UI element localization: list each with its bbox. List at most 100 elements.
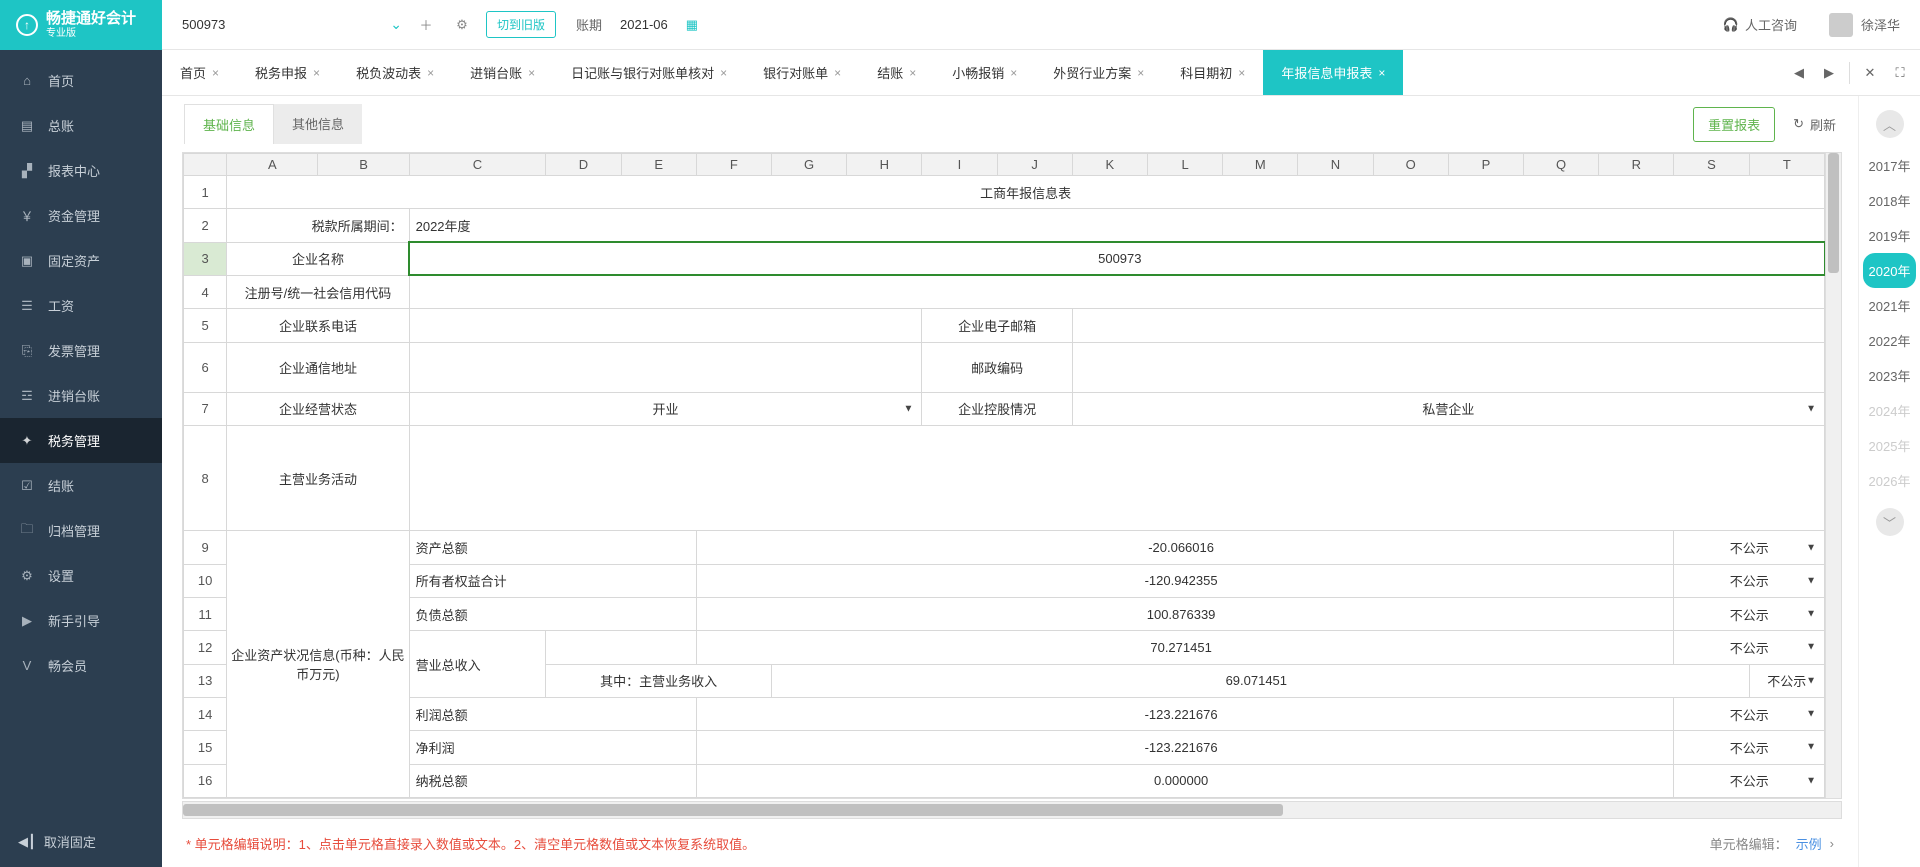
tab-close-icon[interactable]: ×: [1238, 66, 1245, 80]
example-link[interactable]: 示例: [1796, 834, 1822, 853]
refresh-button[interactable]: ↻ 刷新: [1793, 115, 1836, 134]
tab-7[interactable]: 小畅报销×: [934, 50, 1035, 95]
holding-select[interactable]: 私营企业▼: [1072, 392, 1824, 425]
nav-item-archive[interactable]: 🗀归档管理: [0, 508, 162, 553]
tab-2[interactable]: 税负波动表×: [338, 50, 452, 95]
year-2018年[interactable]: 2018年: [1863, 183, 1917, 218]
publish-select[interactable]: 不公示▼: [1674, 597, 1825, 630]
year-2023年[interactable]: 2023年: [1863, 358, 1917, 393]
col-J[interactable]: J: [997, 154, 1072, 176]
nav-item-book[interactable]: ▤总账: [0, 103, 162, 148]
nav-item-settings[interactable]: ⚙设置: [0, 553, 162, 598]
fin-value[interactable]: 69.071451: [771, 664, 1749, 697]
reg-code-input[interactable]: [409, 275, 1824, 308]
row-11[interactable]: 11: [184, 597, 227, 630]
nav-item-tax[interactable]: ✦税务管理: [0, 418, 162, 463]
tabs-close-button[interactable]: ✕: [1856, 59, 1884, 87]
publish-select[interactable]: 不公示▼: [1674, 697, 1825, 730]
col-O[interactable]: O: [1373, 154, 1448, 176]
publish-select[interactable]: 不公示▼: [1674, 564, 1825, 597]
tab-close-icon[interactable]: ×: [1010, 66, 1017, 80]
col-S[interactable]: S: [1674, 154, 1749, 176]
nav-item-money[interactable]: ￥资金管理: [0, 193, 162, 238]
tab-0[interactable]: 首页×: [162, 50, 237, 95]
publish-select[interactable]: 不公示▼: [1674, 764, 1825, 797]
enterprise-name-input[interactable]: 500973: [409, 242, 1824, 275]
subtab-other[interactable]: 其他信息: [274, 104, 362, 144]
col-F[interactable]: F: [696, 154, 771, 176]
add-button[interactable]: ＋: [414, 13, 438, 37]
col-D[interactable]: D: [546, 154, 621, 176]
user-menu[interactable]: 徐泽华: [1829, 13, 1900, 37]
row-10[interactable]: 10: [184, 564, 227, 597]
postcode-input[interactable]: [1072, 342, 1824, 392]
fin-value[interactable]: -120.942355: [696, 564, 1674, 597]
col-C[interactable]: C: [409, 154, 546, 176]
reset-button[interactable]: 重置报表: [1693, 107, 1775, 142]
tab-close-icon[interactable]: ×: [909, 66, 916, 80]
tab-6[interactable]: 结账×: [859, 50, 934, 95]
col-L[interactable]: L: [1147, 154, 1222, 176]
period-value-cell[interactable]: 2022年度: [409, 209, 1824, 242]
tab-close-icon[interactable]: ×: [1378, 66, 1385, 80]
nav-item-close[interactable]: ☑结账: [0, 463, 162, 508]
nav-item-asset[interactable]: ▣固定资产: [0, 238, 162, 283]
row-15[interactable]: 15: [184, 731, 227, 764]
publish-select[interactable]: 不公示▼: [1749, 664, 1824, 697]
nav-item-guide[interactable]: ▶新手引导: [0, 598, 162, 643]
main-biz-input[interactable]: [409, 425, 1824, 531]
subtab-basic[interactable]: 基础信息: [184, 104, 274, 144]
tab-9[interactable]: 科目期初×: [1162, 50, 1263, 95]
publish-select[interactable]: 不公示▼: [1674, 531, 1825, 564]
consult-button[interactable]: 🎧 人工咨询: [1723, 15, 1797, 34]
vertical-scrollbar[interactable]: [1825, 153, 1841, 798]
col-N[interactable]: N: [1298, 154, 1373, 176]
row-3[interactable]: 3: [184, 242, 227, 275]
nav-item-chart[interactable]: ▞报表中心: [0, 148, 162, 193]
row-16[interactable]: 16: [184, 764, 227, 797]
tab-close-icon[interactable]: ×: [212, 66, 219, 80]
row-1[interactable]: 1: [184, 176, 227, 209]
row-6[interactable]: 6: [184, 342, 227, 392]
col-E[interactable]: E: [621, 154, 696, 176]
horizontal-scrollbar[interactable]: [182, 801, 1842, 819]
publish-select[interactable]: 不公示▼: [1674, 631, 1825, 664]
year-2022年[interactable]: 2022年: [1863, 323, 1917, 358]
fin-value[interactable]: 0.000000: [696, 764, 1674, 797]
col-I[interactable]: I: [922, 154, 997, 176]
year-2021年[interactable]: 2021年: [1863, 288, 1917, 323]
settings-icon[interactable]: ⚙: [450, 13, 474, 37]
nav-item-wage[interactable]: ☰工资: [0, 283, 162, 328]
row-4[interactable]: 4: [184, 275, 227, 308]
org-selector[interactable]: 500973 ⌄: [182, 16, 402, 33]
tab-close-icon[interactable]: ×: [528, 66, 535, 80]
col-M[interactable]: M: [1223, 154, 1298, 176]
tab-close-icon[interactable]: ×: [834, 66, 841, 80]
fin-value[interactable]: 70.271451: [696, 631, 1674, 664]
publish-select[interactable]: 不公示▼: [1674, 731, 1825, 764]
calendar-icon[interactable]: ▦: [686, 17, 698, 33]
nav-item-ledger[interactable]: ☲进销台账: [0, 373, 162, 418]
col-P[interactable]: P: [1448, 154, 1523, 176]
row-5[interactable]: 5: [184, 309, 227, 342]
row-8[interactable]: 8: [184, 425, 227, 531]
fin-value[interactable]: -123.221676: [696, 697, 1674, 730]
fin-value[interactable]: 100.876339: [696, 597, 1674, 630]
fin-value[interactable]: -123.221676: [696, 731, 1674, 764]
col-T[interactable]: T: [1749, 154, 1824, 176]
year-down-button[interactable]: ﹀: [1876, 508, 1904, 536]
col-K[interactable]: K: [1072, 154, 1147, 176]
pin-toggle[interactable]: ◀┃ 取消固定: [0, 816, 162, 867]
spreadsheet[interactable]: ABCDEFGHIJKLMNOPQRST1工商年报信息表2税款所属期间：2022…: [183, 153, 1825, 798]
tab-close-icon[interactable]: ×: [1137, 66, 1144, 80]
status-select[interactable]: 开业▼: [409, 392, 922, 425]
fullscreen-button[interactable]: ⛶: [1886, 59, 1914, 87]
tab-close-icon[interactable]: ×: [427, 66, 434, 80]
tab-close-icon[interactable]: ×: [313, 66, 320, 80]
tab-8[interactable]: 外贸行业方案×: [1035, 50, 1162, 95]
year-2020年[interactable]: 2020年: [1863, 253, 1917, 288]
email-input[interactable]: [1072, 309, 1824, 342]
col-Q[interactable]: Q: [1524, 154, 1599, 176]
col-G[interactable]: G: [771, 154, 846, 176]
year-up-button[interactable]: ︿: [1876, 110, 1904, 138]
